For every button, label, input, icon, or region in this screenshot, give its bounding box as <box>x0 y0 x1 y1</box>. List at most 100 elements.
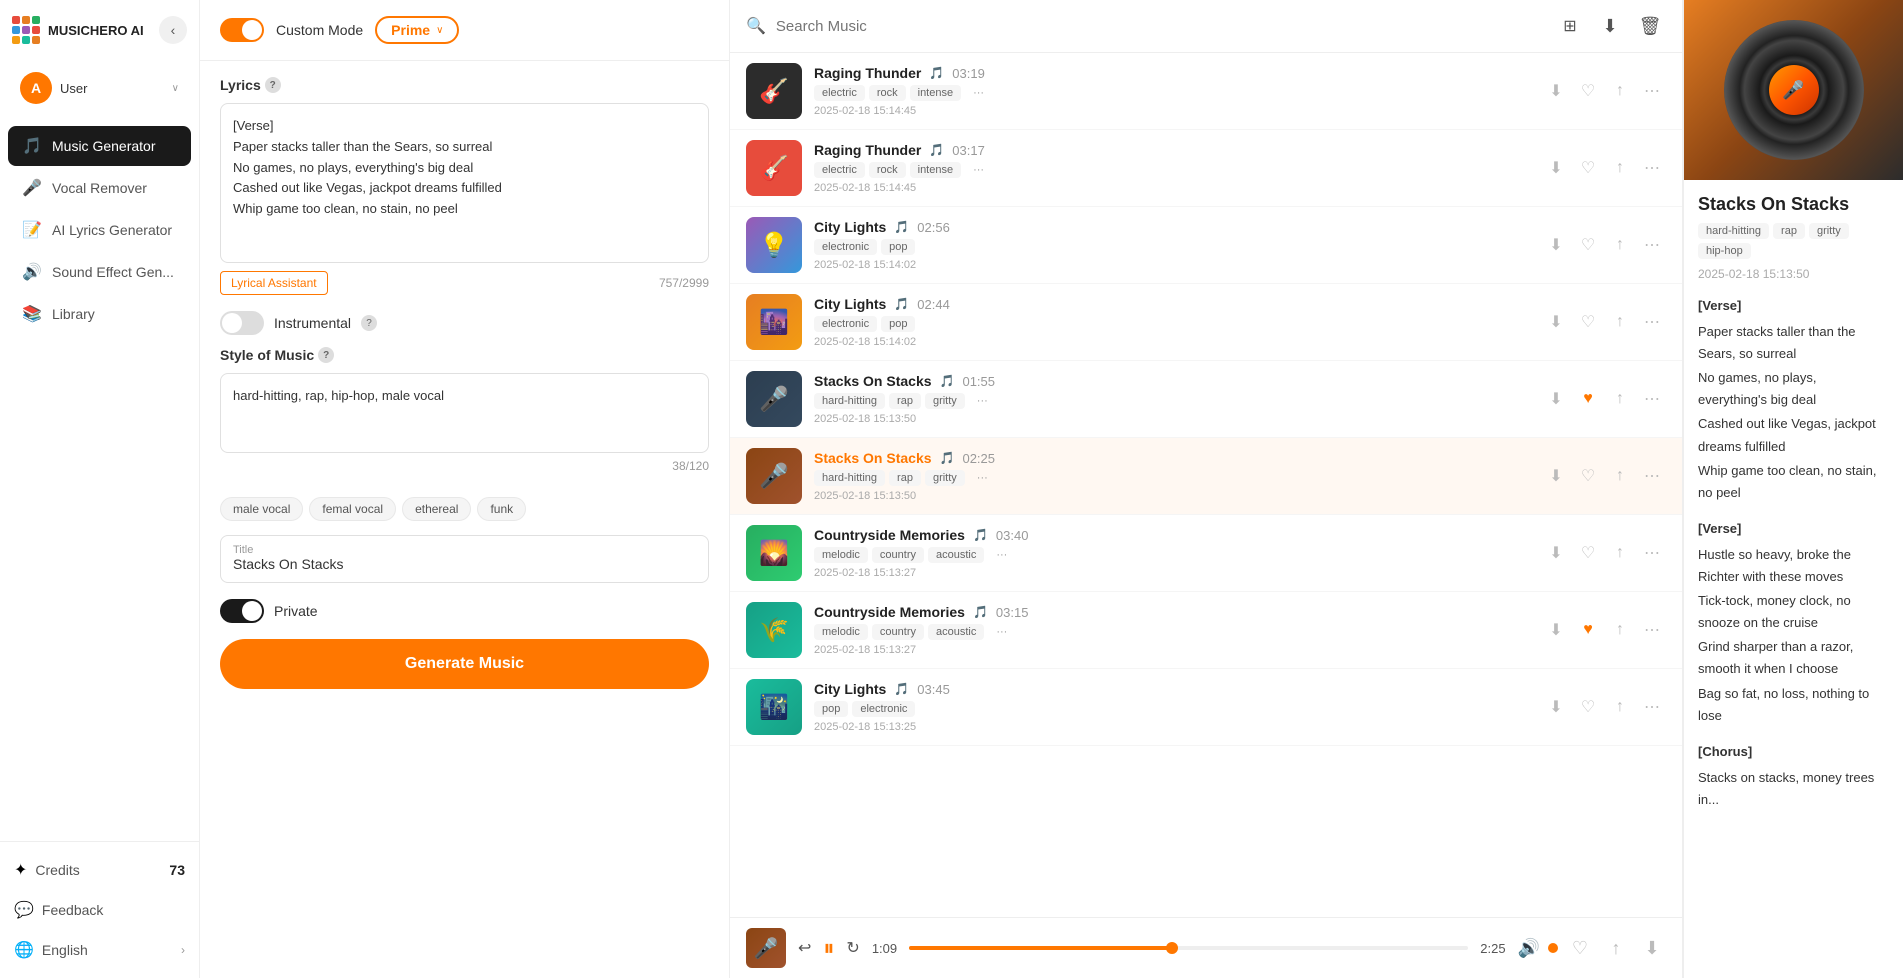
grid-view-button[interactable]: ⊞ <box>1554 10 1586 42</box>
like-button[interactable]: ♡ <box>1574 539 1602 567</box>
replay-button[interactable]: ↩ <box>798 938 811 958</box>
logo-text: MUSICHERO AI <box>48 23 144 38</box>
song-duration: 02:25 <box>962 451 995 466</box>
download-button[interactable]: ⬇ <box>1542 693 1570 721</box>
like-button[interactable]: ♡ <box>1574 154 1602 182</box>
download-button[interactable]: ⬇ <box>1542 77 1570 105</box>
share-button[interactable]: ↑ <box>1606 308 1634 336</box>
more-button[interactable]: ⋯ <box>1638 539 1666 567</box>
style-tag-ethereal[interactable]: ethereal <box>402 497 471 521</box>
song-item[interactable]: 💡 City Lights 🎵 02:56 electronic pop 202… <box>730 207 1682 284</box>
delete-all-button[interactable]: 🗑 <box>1634 10 1666 42</box>
volume-dot <box>1548 943 1558 953</box>
song-item-active[interactable]: 🎤 Stacks On Stacks 🎵 02:25 hard-hitting … <box>730 438 1682 515</box>
song-tag: intense <box>910 85 961 101</box>
share-button[interactable]: ↑ <box>1606 693 1634 721</box>
download-button[interactable]: ⬇ <box>1542 231 1570 259</box>
style-tag-funk[interactable]: funk <box>477 497 526 521</box>
style-tag-femal-vocal[interactable]: femal vocal <box>309 497 396 521</box>
lyric-line: No games, no plays, everything's big dea… <box>1698 367 1889 411</box>
share-button[interactable]: ↑ <box>1606 616 1634 644</box>
song-item[interactable]: 🎸 Raging Thunder 🎵 03:17 electric rock i… <box>730 130 1682 207</box>
song-item[interactable]: 🌾 Countryside Memories 🎵 03:15 melodic c… <box>730 592 1682 669</box>
sidebar-item-ai-lyrics[interactable]: 📝 AI Lyrics Generator <box>8 210 191 250</box>
like-button[interactable]: ♡ <box>1574 462 1602 490</box>
player-like-button[interactable]: ♡ <box>1566 934 1594 962</box>
more-button[interactable]: ⋯ <box>1638 231 1666 259</box>
sidebar: MUSICHERO AI ‹ A User ∨ 🎵 Music Generato… <box>0 0 200 978</box>
more-button[interactable]: ⋯ <box>1638 616 1666 644</box>
private-row: Private <box>200 599 729 639</box>
more-button[interactable]: ⋯ <box>1638 462 1666 490</box>
song-item[interactable]: 🌃 City Lights 🎵 03:45 pop electronic 202… <box>730 669 1682 746</box>
share-button[interactable]: ↑ <box>1606 154 1634 182</box>
more-button[interactable]: ⋯ <box>1638 308 1666 336</box>
instrumental-toggle[interactable] <box>220 311 264 335</box>
like-button[interactable]: ♥ <box>1574 385 1602 413</box>
pause-button[interactable]: ⏸ <box>823 935 834 961</box>
song-info: City Lights 🎵 02:44 electronic pop 2025-… <box>814 296 1530 348</box>
lyrics-box[interactable]: [Verse] Paper stacks taller than the Sea… <box>220 103 709 263</box>
like-button[interactable]: ♡ <box>1574 77 1602 105</box>
like-button[interactable]: ♡ <box>1574 693 1602 721</box>
song-item[interactable]: 🎤 Stacks On Stacks 🎵 01:55 hard-hitting … <box>730 361 1682 438</box>
generate-music-button[interactable]: Generate Music <box>220 639 709 689</box>
search-input[interactable] <box>776 18 1544 35</box>
sidebar-item-music-generator[interactable]: 🎵 Music Generator <box>8 126 191 166</box>
like-button[interactable]: ♡ <box>1574 308 1602 336</box>
player-download-button[interactable]: ⬇ <box>1638 934 1666 962</box>
song-duration: 03:45 <box>917 682 950 697</box>
like-button[interactable]: ♥ <box>1574 616 1602 644</box>
song-item[interactable]: 🎸 Raging Thunder 🎵 03:19 electric rock i… <box>730 53 1682 130</box>
song-item[interactable]: 🌄 Countryside Memories 🎵 03:40 melodic c… <box>730 515 1682 592</box>
download-button[interactable]: ⬇ <box>1542 539 1570 567</box>
custom-mode-toggle[interactable] <box>220 18 264 42</box>
song-date: 2025-02-18 15:13:27 <box>814 567 1530 579</box>
share-button[interactable]: ↑ <box>1606 539 1634 567</box>
download-button[interactable]: ⬇ <box>1542 308 1570 336</box>
private-toggle[interactable] <box>220 599 264 623</box>
player-share-button[interactable]: ↑ <box>1602 934 1630 962</box>
song-actions: ⬇ ♡ ↑ ⋯ <box>1542 693 1666 721</box>
share-button[interactable]: ↑ <box>1606 385 1634 413</box>
song-info: City Lights 🎵 02:56 electronic pop 2025-… <box>814 219 1530 271</box>
share-button[interactable]: ↑ <box>1606 77 1634 105</box>
like-button[interactable]: ♡ <box>1574 231 1602 259</box>
sidebar-back-button[interactable]: ‹ <box>159 16 187 44</box>
download-button[interactable]: ⬇ <box>1542 462 1570 490</box>
song-info: Raging Thunder 🎵 03:17 electric rock int… <box>814 142 1530 194</box>
share-button[interactable]: ↑ <box>1606 462 1634 490</box>
song-actions: ⬇ ♡ ↑ ⋯ <box>1542 231 1666 259</box>
download-button[interactable]: ⬇ <box>1542 616 1570 644</box>
language-row[interactable]: 🌐 English › <box>0 930 199 970</box>
more-button[interactable]: ⋯ <box>1638 385 1666 413</box>
player-progress-bar[interactable] <box>909 946 1468 950</box>
forward-button[interactable]: ↻ <box>846 938 859 958</box>
download-button[interactable]: ⬇ <box>1542 385 1570 413</box>
volume-icon[interactable]: 🔊 <box>1518 938 1540 959</box>
sidebar-item-vocal-remover[interactable]: 🎤 Vocal Remover <box>8 168 191 208</box>
sound-effect-icon: 🔊 <box>22 262 42 282</box>
prime-button[interactable]: Prime ∨ <box>375 16 459 44</box>
lyrical-assistant-button[interactable]: Lyrical Assistant <box>220 271 328 295</box>
sidebar-item-sound-effect[interactable]: 🔊 Sound Effect Gen... <box>8 252 191 292</box>
song-tags: electronic pop <box>814 316 1530 332</box>
right-panel: 🎤 Stacks On Stacks hard-hitting rap grit… <box>1683 0 1903 978</box>
more-button[interactable]: ⋯ <box>1638 77 1666 105</box>
user-profile[interactable]: A User ∨ <box>8 64 191 112</box>
song-tag: rock <box>869 85 906 101</box>
feedback-row[interactable]: 💬 Feedback <box>0 890 199 930</box>
more-button[interactable]: ⋯ <box>1638 693 1666 721</box>
title-field[interactable]: Title <box>220 535 709 583</box>
title-input[interactable] <box>233 556 696 572</box>
share-button[interactable]: ↑ <box>1606 231 1634 259</box>
song-item[interactable]: 🌆 City Lights 🎵 02:44 electronic pop 202… <box>730 284 1682 361</box>
more-button[interactable]: ⋯ <box>1638 154 1666 182</box>
style-footer: 38/120 <box>220 459 709 473</box>
download-button[interactable]: ⬇ <box>1542 154 1570 182</box>
style-box[interactable]: hard-hitting, rap, hip-hop, male vocal <box>220 373 709 453</box>
style-tag-male-vocal[interactable]: male vocal <box>220 497 303 521</box>
sidebar-item-library[interactable]: 📚 Library <box>8 294 191 334</box>
download-all-button[interactable]: ⬇ <box>1594 10 1626 42</box>
song-tag: electronic <box>814 239 877 255</box>
